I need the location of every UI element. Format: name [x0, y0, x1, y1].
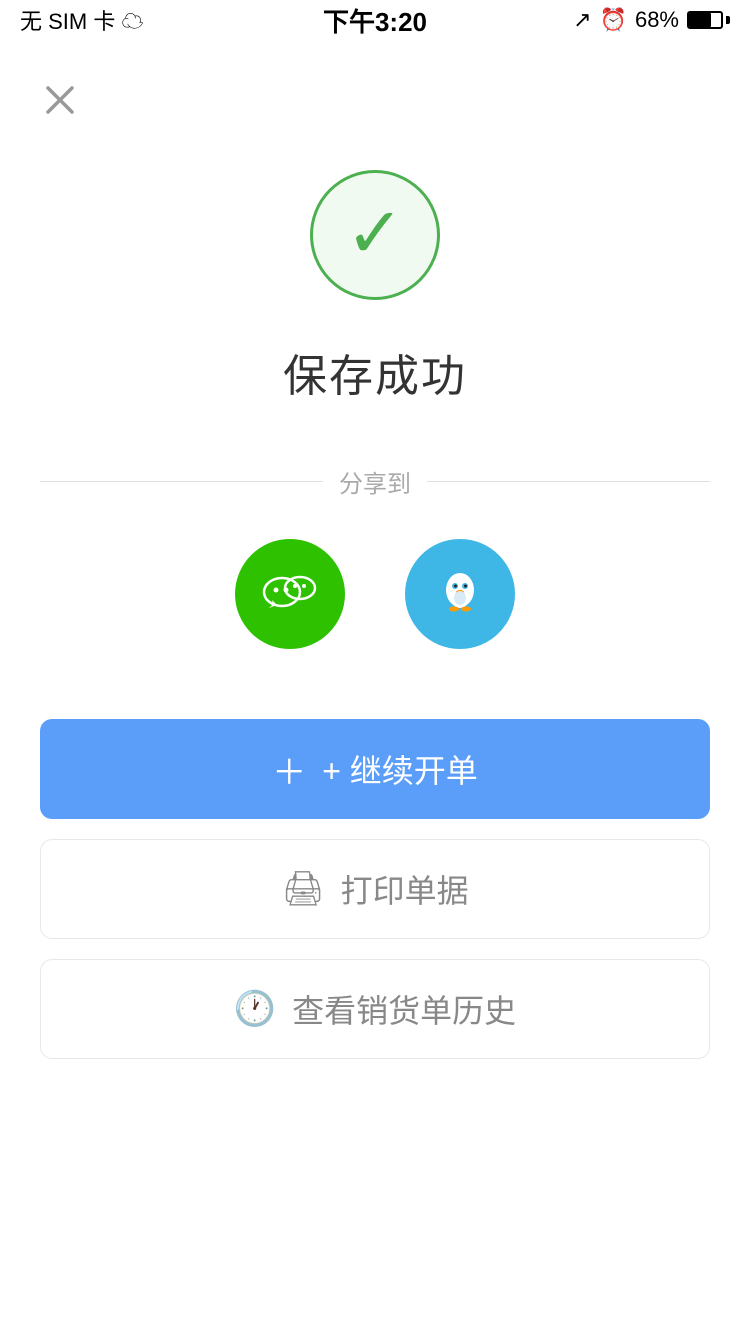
share-divider: 分享到 — [40, 464, 710, 499]
status-left: 无 SIM 卡 ☁ — [20, 4, 143, 36]
qq-icon — [428, 562, 493, 627]
history-icon: 🕐 — [234, 989, 276, 1029]
success-area: ✓ 保存成功 — [0, 170, 750, 404]
alarm-icon: ⏰ — [600, 7, 627, 33]
page: ✓ 保存成功 分享到 — [0, 40, 750, 1059]
share-label: 分享到 — [339, 464, 411, 499]
continue-order-label: + 继续开单 — [322, 746, 478, 792]
plus-icon: ＋ — [272, 745, 306, 794]
continue-order-button[interactable]: ＋ + 继续开单 — [40, 719, 710, 819]
status-right: ↗ ⏰ 68% — [573, 7, 730, 33]
checkmark-icon: ✓ — [346, 198, 405, 268]
history-button[interactable]: 🕐 查看销货单历史 — [40, 959, 710, 1059]
action-buttons: ＋ + 继续开单 🖨 打印单据 🕐 查看销货单历史 — [0, 719, 750, 1059]
battery-percent: 68% — [635, 7, 679, 33]
battery-icon — [687, 11, 730, 29]
sim-status: 无 SIM 卡 ☁ — [20, 4, 143, 36]
share-section: 分享到 — [0, 464, 750, 649]
qq-share-button[interactable] — [405, 539, 515, 649]
success-title: 保存成功 — [283, 340, 467, 404]
divider-line-left — [40, 481, 323, 482]
share-icons — [40, 539, 710, 649]
close-icon — [42, 82, 78, 118]
location-icon: ↗ — [573, 7, 591, 33]
wechat-share-button[interactable] — [235, 539, 345, 649]
history-label: 查看销货单历史 — [292, 986, 516, 1032]
check-circle: ✓ — [310, 170, 440, 300]
close-button[interactable] — [30, 70, 90, 130]
wechat-icon — [258, 562, 323, 627]
print-button[interactable]: 🖨 打印单据 — [40, 839, 710, 939]
status-bar: 无 SIM 卡 ☁ 下午3:20 ↗ ⏰ 68% — [0, 0, 750, 40]
printer-icon: 🖨 — [281, 869, 324, 909]
print-label: 打印单据 — [341, 866, 469, 912]
divider-line-right — [427, 481, 710, 482]
status-time: 下午3:20 — [323, 2, 427, 39]
